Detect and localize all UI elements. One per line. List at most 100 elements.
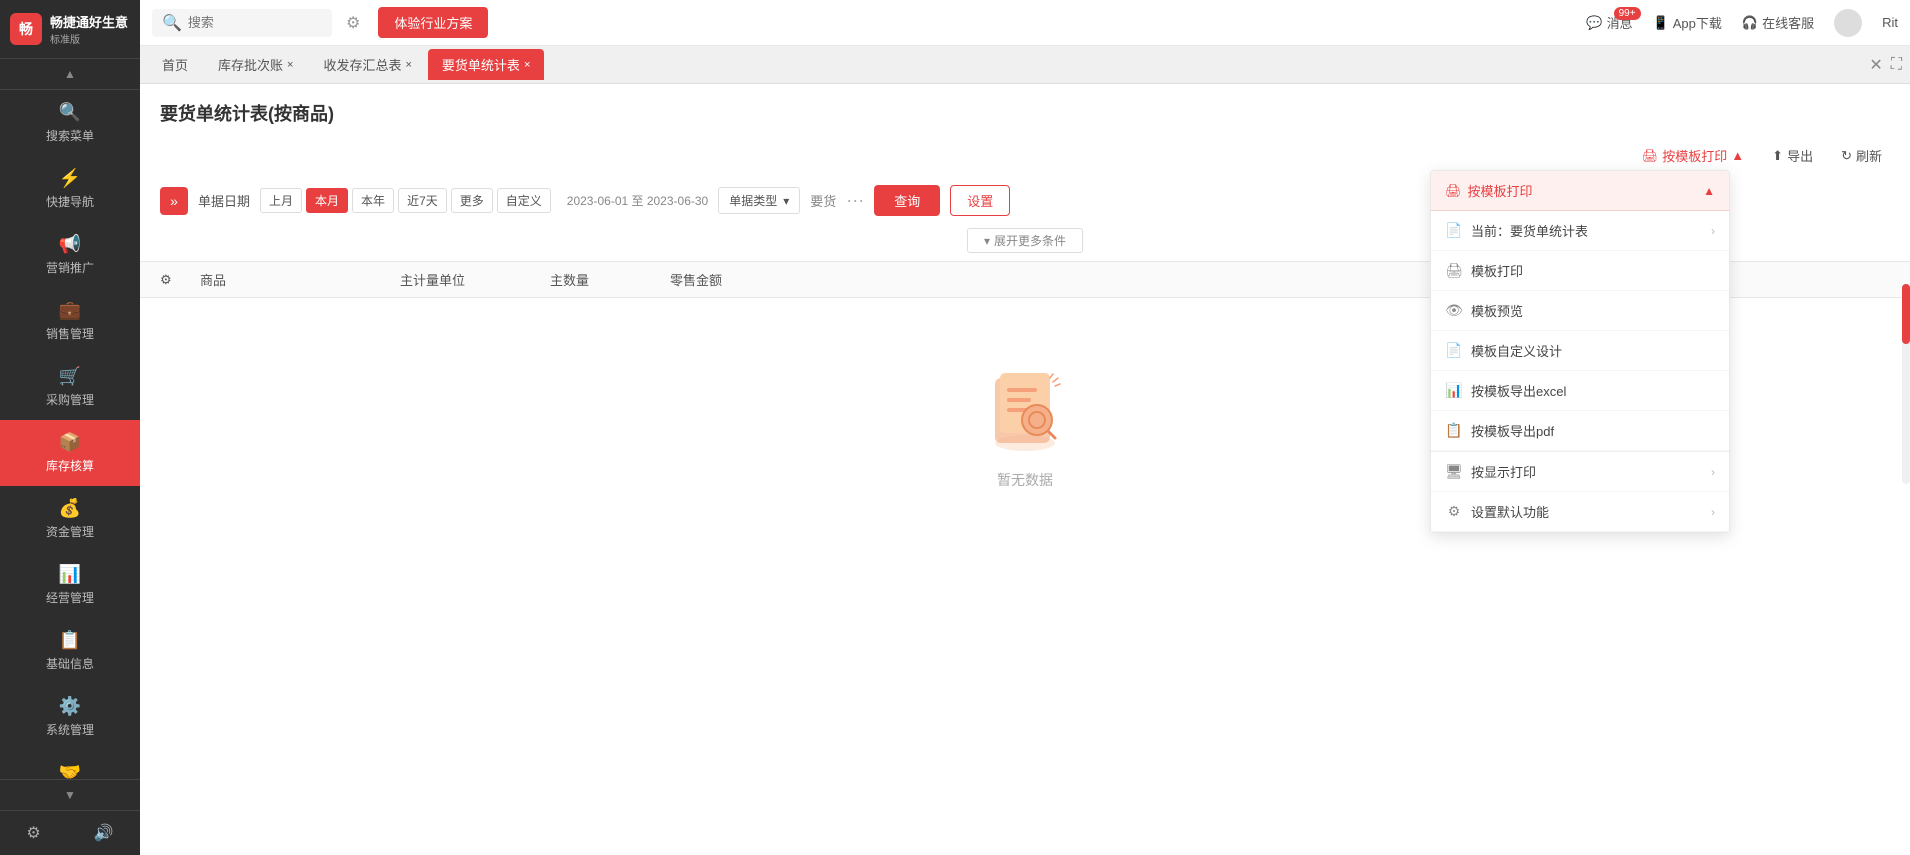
sidebar-item-operation[interactable]: 📊 经营管理 [0,552,140,618]
sidebar: 畅 畅捷通好生意 标准版 ▲ 🔍 搜索菜单 ⚡ 快捷导航 📢 营销推广 💼 销售… [0,0,140,855]
tab-order-stats[interactable]: 要货单统计表 × [428,49,544,80]
order-type-select[interactable]: 单据类型 ▾ [718,187,800,214]
refresh-btn[interactable]: ↻ 刷新 [1833,142,1890,169]
sidebar-item-label: 采购管理 [46,391,94,408]
sidebar-scroll-up[interactable]: ▲ [60,63,80,85]
expand-more-btn[interactable]: ▾ 展开更多条件 [967,228,1083,253]
app-download-btn[interactable]: 📱 App下载 [1653,13,1722,32]
user-avatar[interactable] [1834,9,1862,37]
refresh-icon: ↻ [1841,148,1852,164]
export-btn[interactable]: ⬆ 导出 [1764,142,1821,169]
tab-label: 库存批次账 [218,55,283,74]
dropdown-item-label: 按模板导出pdf [1471,421,1554,440]
dropdown-set-default[interactable]: ⚙ 设置默认功能 › [1431,492,1729,532]
close-all-tabs-btn[interactable]: ✕ [1869,55,1882,75]
expand-more-icon: ▾ [984,234,990,248]
tab-label: 要货单统计表 [442,55,520,74]
dropdown-item-template-preview[interactable]: 👁 模板预览 [1431,291,1729,331]
sidebar-item-shortcut[interactable]: ⚡ 快捷导航 [0,156,140,222]
refresh-btn-label: 刷新 [1856,146,1882,165]
sidebar-item-sales[interactable]: 💼 销售管理 [0,288,140,354]
tab-home[interactable]: 首页 [148,49,202,80]
online-service-btn[interactable]: 🎧 在线客服 [1742,13,1814,32]
column-settings-icon[interactable]: ⚙ [160,272,172,287]
sidebar-scroll-down[interactable]: ▼ [60,784,80,806]
expand-window-btn[interactable]: ⛶ [1891,56,1902,74]
export-btn-label: 导出 [1787,146,1813,165]
query-btn[interactable]: 查询 [874,185,940,216]
dropdown-current-item[interactable]: 📄 当前：要货单统计表 › [1431,211,1729,251]
main-area: 🔍 ⚙ 体验行业方案 💬 消息 99+ 📱 App下载 🎧 在线客服 Rit [140,0,1910,855]
current-year-btn[interactable]: 本年 [352,188,394,213]
export-excel-icon: 📊 [1445,382,1463,399]
sidebar-item-label: 库存核算 [46,457,94,474]
dropdown-item-label: 模板自定义设计 [1471,341,1562,360]
logo-icon: 畅 [10,13,42,45]
export-pdf-icon: 📋 [1445,422,1463,439]
tab-home-label: 首页 [162,55,188,74]
tab-close-icon[interactable]: × [405,59,411,71]
dropdown-item-template-print[interactable]: 🖨 模板打印 [1431,251,1729,291]
sidebar-item-basic[interactable]: 📋 基础信息 [0,618,140,684]
current-month-btn[interactable]: 本月 [306,188,348,213]
dropdown-item-label: 按模板导出excel [1471,381,1566,400]
custom-date-btn[interactable]: 自定义 [497,188,551,213]
dropdown-section: 🖥 按显示打印 › ⚙ 设置默认功能 › [1431,451,1729,532]
dropdown-display-print[interactable]: 🖥 按显示打印 › [1431,452,1729,492]
prev-month-btn[interactable]: 上月 [260,188,302,213]
sidebar-nav: 🔍 搜索菜单 ⚡ 快捷导航 📢 营销推广 💼 销售管理 🛒 采购管理 📦 库存核… [0,90,140,779]
dropdown-header[interactable]: 🖨 按模板打印 ▲ [1431,171,1729,211]
app-download-icon: 📱 [1653,15,1669,31]
more-date-btn[interactable]: 更多 [451,188,493,213]
sidebar-item-collab[interactable]: 🤝 企业协同 [0,750,140,779]
sidebar-item-system[interactable]: ⚙️ 系统管理 [0,684,140,750]
filter-dots[interactable]: ··· [846,190,864,211]
print-dropdown-menu: 🖨 按模板打印 ▲ 📄 当前：要货单统计表 › 🖨 模板打印 � [1430,170,1730,533]
col-header-product: 商品 [200,270,400,289]
dropdown-title: 按模板打印 [1468,181,1533,200]
dropdown-item-label: 按显示打印 [1471,462,1536,481]
set-default-icon: ⚙ [1445,503,1463,520]
tab-close-icon[interactable]: × [524,59,530,71]
col-header-unit: 主计量单位 [400,270,550,289]
print-chevron-icon: ▲ [1731,148,1744,163]
filter-expand-btn[interactable]: » [160,187,188,215]
sidebar-item-inventory[interactable]: 📦 库存核算 [0,420,140,486]
col-header-setting[interactable]: ⚙ [160,272,200,288]
sidebar-item-label: 销售管理 [46,325,94,342]
template-custom-icon: 📄 [1445,342,1463,359]
speaker-bottom-icon[interactable]: 🔊 [94,823,114,843]
expand-more-label: 展开更多条件 [994,232,1066,249]
topbar: 🔍 ⚙ 体验行业方案 💬 消息 99+ 📱 App下载 🎧 在线客服 Rit [140,0,1910,46]
tab-close-icon[interactable]: × [287,59,293,71]
right-scrollbar[interactable] [1902,284,1910,484]
sidebar-item-label: 系统管理 [46,721,94,738]
trial-button[interactable]: 体验行业方案 [378,7,488,38]
sidebar-item-search[interactable]: 🔍 搜索菜单 [0,90,140,156]
search-input[interactable] [188,15,318,30]
template-preview-icon: 👁 [1445,302,1463,319]
search-icon: 🔍 [59,102,81,123]
sidebar-item-purchase[interactable]: 🛒 采购管理 [0,354,140,420]
date-range-label: 2023-06-01 至 2023-06-30 [567,192,708,209]
setting-btn[interactable]: 设置 [950,185,1010,216]
tab-receipt-summary[interactable]: 收发存汇总表 × [309,49,425,80]
dropdown-item-export-pdf[interactable]: 📋 按模板导出pdf [1431,411,1729,451]
last-7-days-btn[interactable]: 近7天 [398,188,447,213]
settings-bottom-icon[interactable]: ⚙ [26,823,40,843]
online-service-label: 在线客服 [1762,13,1814,32]
sidebar-item-marketing[interactable]: 📢 营销推广 [0,222,140,288]
dropdown-item-template-custom[interactable]: 📄 模板自定义设计 [1431,331,1729,371]
avatar-img [1834,9,1862,37]
print-template-btn[interactable]: 🖨 按模板打印 ▲ [1634,142,1752,169]
sidebar-item-finance[interactable]: 💰 资金管理 [0,486,140,552]
topbar-right: 💬 消息 99+ 📱 App下载 🎧 在线客服 Rit [1586,9,1898,37]
shortcut-icon: ⚡ [59,168,81,189]
dropdown-item-export-excel[interactable]: 📊 按模板导出excel [1431,371,1729,411]
tabs-right: ✕ ⛶ [1869,55,1902,75]
operation-icon: 📊 [59,564,81,585]
tab-inventory-batch[interactable]: 库存批次账 × [204,49,307,80]
settings-gear-icon[interactable]: ⚙ [346,13,360,33]
search-box[interactable]: 🔍 [152,9,332,37]
message-btn[interactable]: 💬 消息 99+ [1586,13,1632,32]
